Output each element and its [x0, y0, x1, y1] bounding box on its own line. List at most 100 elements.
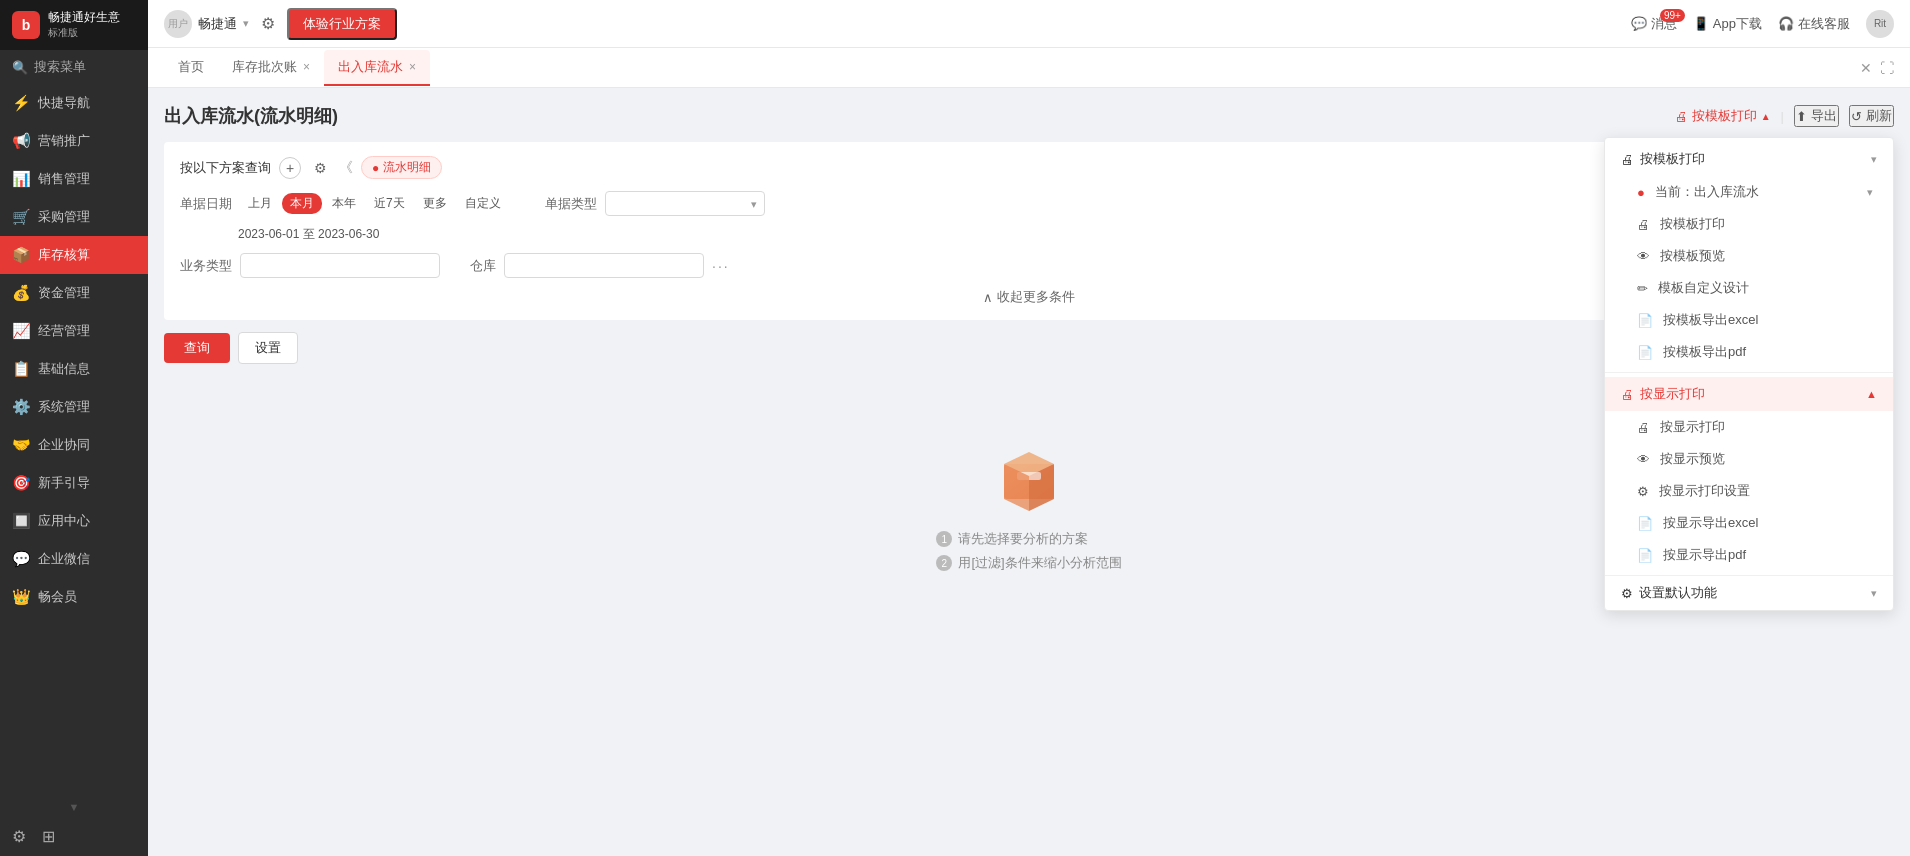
- sidebar-item-weixin[interactable]: 💬 企业微信: [0, 540, 148, 578]
- collapse-more-btn[interactable]: ∧ 收起更多条件: [983, 288, 1075, 306]
- system-icon: ⚙️: [12, 398, 30, 416]
- display-print-icon: 🖨: [1637, 420, 1650, 435]
- collapse-up-icon: ∧: [983, 290, 993, 305]
- sidebar-logo: b 畅捷通好生意 标准版: [0, 0, 148, 50]
- printer-icon: 🖨: [1675, 109, 1688, 124]
- dropdown-template-print[interactable]: 🖨 按模板打印: [1605, 208, 1893, 240]
- refresh-btn[interactable]: ↺ 刷新: [1849, 105, 1894, 127]
- page-header: 出入库流水(流水明细) 🖨 按模板打印 ▲ | ⬆ 导出 ↺ 刷新: [164, 104, 1894, 128]
- dropdown-display-preview[interactable]: 👁 按显示预览: [1605, 443, 1893, 475]
- dropdown-template-custom[interactable]: ✏ 模板自定义设计: [1605, 272, 1893, 304]
- sidebar-item-operations[interactable]: 📈 经营管理: [0, 312, 148, 350]
- empty-tips: 1 请先选择要分析的方案 2 用[过滤]条件来缩小分析范围: [936, 530, 1121, 578]
- empty-tip-2: 2 用[过滤]条件来缩小分析范围: [936, 554, 1121, 572]
- dropdown-display-settings[interactable]: ⚙ 按显示打印设置: [1605, 475, 1893, 507]
- basic-icon: 📋: [12, 360, 30, 378]
- sidebar-search[interactable]: 🔍 搜索菜单: [0, 50, 148, 84]
- sidebar-item-corp[interactable]: 🤝 企业协同: [0, 426, 148, 464]
- sidebar-item-marketing[interactable]: 📢 营销推广: [0, 122, 148, 160]
- filter-warehouse-field: 仓库 ···: [470, 253, 730, 278]
- date-tab-year[interactable]: 本年: [324, 193, 364, 214]
- sidebar-item-member[interactable]: 👑 畅会员: [0, 578, 148, 616]
- date-tab-prev-month[interactable]: 上月: [240, 193, 280, 214]
- refresh-icon: ↺: [1851, 109, 1862, 124]
- sidebar-item-system[interactable]: ⚙️ 系统管理: [0, 388, 148, 426]
- user-avatar: Rit: [1866, 10, 1894, 38]
- date-tab-7days[interactable]: 近7天: [366, 193, 413, 214]
- sidebar-item-sales[interactable]: 📊 销售管理: [0, 160, 148, 198]
- tab-inventory-flow[interactable]: 出入库流水 ×: [324, 50, 430, 86]
- dropdown-template-preview[interactable]: 👁 按模板预览: [1605, 240, 1893, 272]
- tab-home[interactable]: 首页: [164, 50, 218, 86]
- weixin-icon: 💬: [12, 550, 30, 568]
- date-tab-custom[interactable]: 自定义: [457, 193, 509, 214]
- sidebar-item-apps[interactable]: 🔲 应用中心: [0, 502, 148, 540]
- guide-icon: 🎯: [12, 474, 30, 492]
- filter-order-type-field: 单据类型 ▾: [545, 191, 759, 216]
- topbar-gear-icon[interactable]: ⚙: [261, 14, 275, 33]
- filter-badge[interactable]: ● 流水明细: [361, 156, 442, 179]
- sidebar-item-guide[interactable]: 🎯 新手引导: [0, 464, 148, 502]
- filter-section-label: 按以下方案查询: [180, 159, 271, 177]
- business-type-select[interactable]: [240, 253, 440, 278]
- window-controls: ✕ ⛶: [1860, 60, 1894, 76]
- dropdown-template-pdf[interactable]: 📄 按模板导出pdf: [1605, 336, 1893, 368]
- excel-icon: 📄: [1637, 313, 1653, 328]
- warehouse-input[interactable]: [504, 253, 704, 278]
- template-print-chevron: ▲: [1761, 111, 1771, 122]
- topbar: 用户 畅捷通 ▾ ⚙ 体验行业方案 💬 消息 99+ 📱 App下载 🎧 在线客…: [148, 0, 1910, 48]
- sidebar-item-basic[interactable]: 📋 基础信息: [0, 350, 148, 388]
- dropdown-current-template[interactable]: ● 当前：出入库流水 ▾: [1605, 176, 1893, 208]
- sidebar-item-finance[interactable]: 💰 资金管理: [0, 274, 148, 312]
- user-avatar-btn[interactable]: Rit: [1866, 10, 1894, 38]
- business-type-label: 业务类型: [180, 257, 232, 275]
- online-service-btn[interactable]: 🎧 在线客服: [1778, 15, 1850, 33]
- dropdown-display-pdf[interactable]: 📄 按显示导出pdf: [1605, 539, 1893, 571]
- purchase-icon: 🛒: [12, 208, 30, 226]
- warehouse-more-btn[interactable]: ···: [712, 258, 730, 274]
- query-btn[interactable]: 查询: [164, 333, 230, 363]
- dropdown-default-header[interactable]: ⚙ 设置默认功能 ▾: [1605, 576, 1893, 610]
- date-tab-more[interactable]: 更多: [415, 193, 455, 214]
- sidebar-scroll-indicator[interactable]: ▼: [0, 797, 148, 817]
- window-maximize-btn[interactable]: ⛶: [1880, 60, 1894, 76]
- dropdown-template-excel[interactable]: 📄 按模板导出excel: [1605, 304, 1893, 336]
- dropdown-default-section: ⚙ 设置默认功能 ▾: [1605, 576, 1893, 610]
- page-actions: 🖨 按模板打印 ▲ | ⬆ 导出 ↺ 刷新: [1675, 105, 1894, 127]
- sidebar-item-quick[interactable]: ⚡ 快捷导航: [0, 84, 148, 122]
- export-btn[interactable]: ⬆ 导出: [1794, 105, 1839, 127]
- settings-btn[interactable]: 设置: [238, 332, 298, 364]
- template-preview-icon: 👁: [1637, 249, 1650, 264]
- tab-close-inventory-flow[interactable]: ×: [409, 60, 416, 74]
- message-btn[interactable]: 💬 消息 99+: [1631, 15, 1677, 33]
- user-dropdown-icon[interactable]: ▾: [243, 17, 249, 30]
- empty-tip-1: 1 请先选择要分析的方案: [936, 530, 1121, 548]
- tab-inventory-batch[interactable]: 库存批次账 ×: [218, 50, 324, 86]
- filter-business-field: 业务类型 ▾: [180, 253, 434, 278]
- filter-collapse-btn[interactable]: 《: [339, 159, 353, 177]
- date-tabs: 上月 本月 本年 近7天 更多 自定义: [240, 193, 509, 214]
- sidebar-settings-icon[interactable]: ⚙: [12, 827, 26, 846]
- empty-icon: [989, 434, 1069, 514]
- date-tab-current-month[interactable]: 本月: [282, 193, 322, 214]
- export-icon: ⬆: [1796, 109, 1807, 124]
- topbar-right: 💬 消息 99+ 📱 App下载 🎧 在线客服 Rit: [1631, 10, 1894, 38]
- dropdown-display-header[interactable]: 🖨 按显示打印 ▲: [1605, 377, 1893, 411]
- dropdown-template-header[interactable]: 🖨 按模板打印 ▾: [1605, 142, 1893, 176]
- window-close-btn[interactable]: ✕: [1860, 60, 1872, 76]
- sidebar: b 畅捷通好生意 标准版 🔍 搜索菜单 ⚡ 快捷导航 📢 营销推广 📊 销售管理…: [0, 0, 148, 856]
- template-print-btn[interactable]: 🖨 按模板打印 ▲: [1675, 107, 1771, 125]
- dropdown-display-excel[interactable]: 📄 按显示导出excel: [1605, 507, 1893, 539]
- dropdown-display-print[interactable]: 🖨 按显示打印: [1605, 411, 1893, 443]
- filter-add-btn[interactable]: +: [279, 157, 301, 179]
- sidebar-item-inventory[interactable]: 📦 库存核算: [0, 236, 148, 274]
- filter-settings-btn[interactable]: ⚙: [309, 157, 331, 179]
- sidebar-collapse-icon[interactable]: ⊞: [42, 827, 55, 846]
- app-download-btn[interactable]: 📱 App下载: [1693, 15, 1762, 33]
- page-body: 出入库流水(流水明细) 🖨 按模板打印 ▲ | ⬆ 导出 ↺ 刷新: [148, 88, 1910, 856]
- avatar: 用户: [164, 10, 192, 38]
- tab-close-inventory-batch[interactable]: ×: [303, 60, 310, 74]
- order-type-select[interactable]: [605, 191, 765, 216]
- sidebar-item-purchase[interactable]: 🛒 采购管理: [0, 198, 148, 236]
- trial-btn[interactable]: 体验行业方案: [287, 8, 397, 40]
